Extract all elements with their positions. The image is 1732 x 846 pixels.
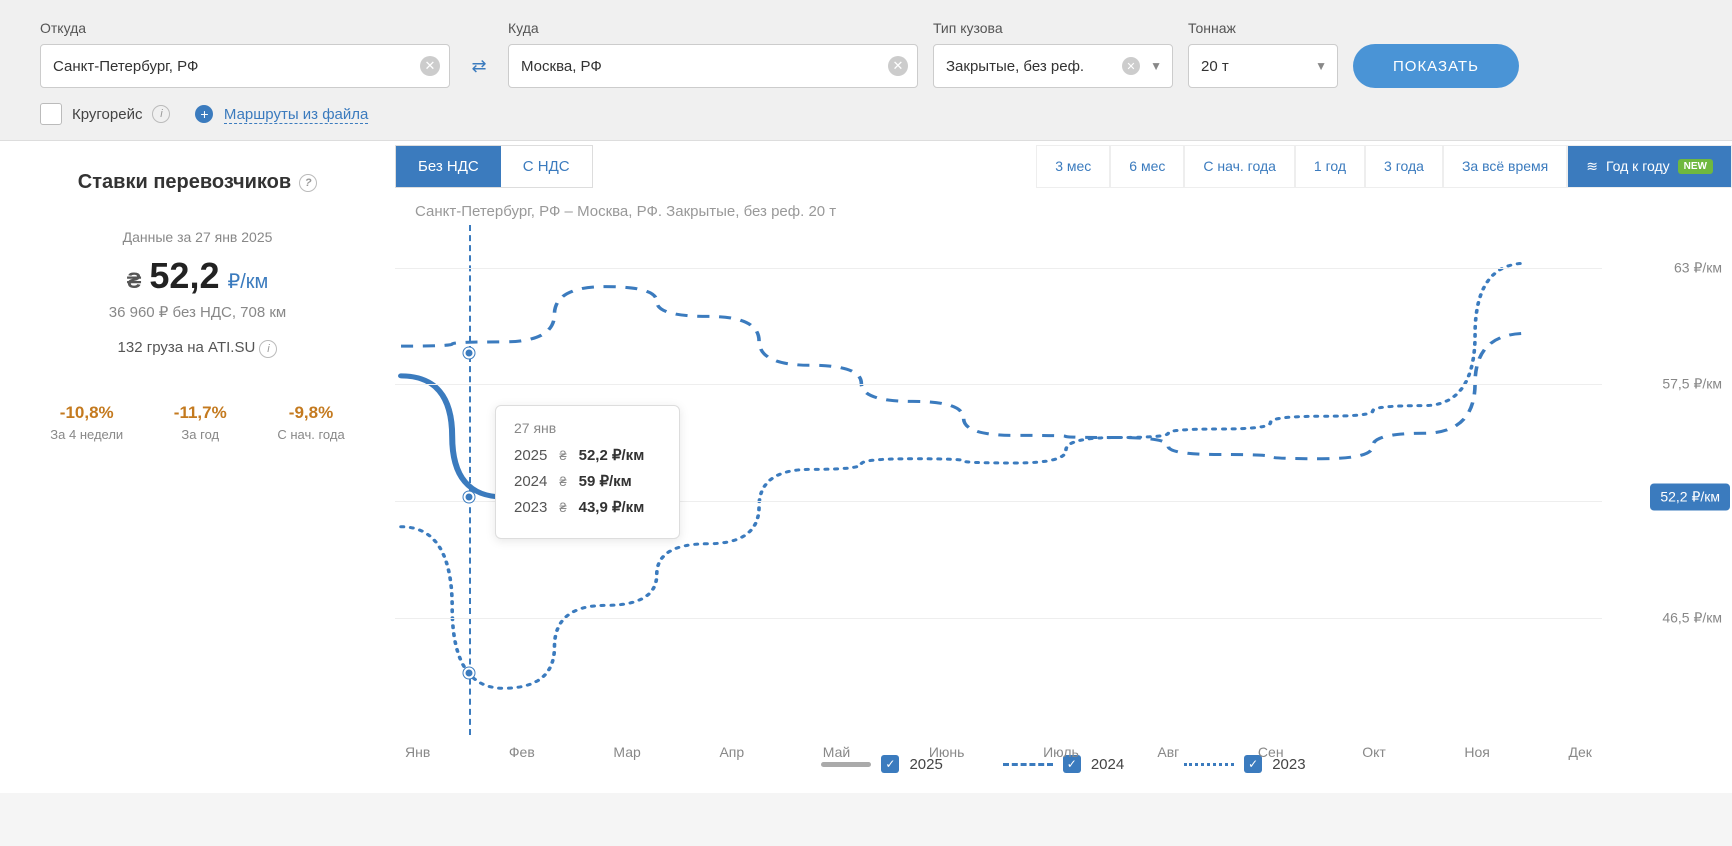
legend-line-icon bbox=[1184, 763, 1234, 766]
info-icon[interactable]: i bbox=[259, 340, 277, 358]
tab-year-over-year[interactable]: ≋ Год к году NEW bbox=[1567, 145, 1732, 188]
chart-tooltip: 27 янв 2025₴52,2 ₽/км2024₴59 ₽/км2023₴43… bbox=[495, 405, 680, 539]
tab-period[interactable]: 3 мес bbox=[1036, 145, 1110, 188]
roundtrip-label: Кругорейс bbox=[72, 106, 142, 123]
x-tick-label: Июль bbox=[1043, 744, 1079, 760]
to-clear-icon[interactable]: ✕ bbox=[888, 56, 908, 76]
wave-icon: ≋ bbox=[1586, 158, 1598, 175]
body-label: Тип кузова bbox=[933, 20, 1173, 36]
x-tick-label: Янв bbox=[405, 744, 430, 760]
rate-value: ₴ 52,2 ₽/км bbox=[25, 255, 370, 297]
x-tick-label: Сен bbox=[1258, 744, 1284, 760]
x-tick-label: Окт bbox=[1362, 744, 1386, 760]
legend-line-icon bbox=[821, 762, 871, 767]
routes-file-link[interactable]: Маршруты из файла bbox=[224, 106, 368, 124]
swap-icon[interactable]: ⇄ bbox=[465, 44, 493, 88]
chevron-down-icon: ▼ bbox=[1150, 59, 1162, 73]
cargo-count: 132 груза на ATI.SU i bbox=[25, 339, 370, 358]
to-label: Куда bbox=[508, 20, 918, 36]
x-tick-label: Июнь bbox=[929, 744, 965, 760]
cursor-dot bbox=[464, 668, 475, 679]
series-2025 bbox=[401, 376, 503, 497]
x-tick-label: Дек bbox=[1569, 744, 1592, 760]
body-clear-icon[interactable]: ✕ bbox=[1122, 57, 1140, 75]
chart-area: Без НДС С НДС 3 мес6 месС нач. года1 год… bbox=[395, 141, 1732, 793]
x-tick-label: Апр bbox=[719, 744, 744, 760]
new-badge: NEW bbox=[1678, 159, 1713, 174]
sidebar-title: Ставки перевозчиков ? bbox=[78, 171, 317, 194]
x-tick-label: Авг bbox=[1157, 744, 1179, 760]
filters-panel: Откуда ✕ ⇄ Куда ✕ Тип кузова Закрытые, б… bbox=[0, 0, 1732, 141]
legend-line-icon bbox=[1003, 763, 1053, 766]
info-icon[interactable]: i bbox=[152, 105, 170, 123]
x-tick-label: Ноя bbox=[1464, 744, 1489, 760]
tab-period[interactable]: 3 года bbox=[1365, 145, 1443, 188]
current-rate-badge: 52,2 ₽/км bbox=[1650, 484, 1730, 511]
from-label: Откуда bbox=[40, 20, 450, 36]
from-clear-icon[interactable]: ✕ bbox=[420, 56, 440, 76]
cursor-line bbox=[469, 225, 471, 735]
from-input[interactable] bbox=[40, 44, 450, 88]
tonnage-select[interactable]: 20 т ▼ bbox=[1188, 44, 1338, 88]
tab-period[interactable]: За всё время bbox=[1443, 145, 1567, 188]
stat-item: -9,8%С нач. года bbox=[277, 403, 344, 442]
tab-period[interactable]: 6 мес bbox=[1110, 145, 1184, 188]
y-tick-label: 63 ₽/км bbox=[1674, 259, 1722, 276]
data-date: Данные за 27 янв 2025 bbox=[25, 229, 370, 245]
tab-period[interactable]: 1 год bbox=[1295, 145, 1365, 188]
y-tick-label: 57,5 ₽/км bbox=[1662, 376, 1722, 393]
show-button[interactable]: ПОКАЗАТЬ bbox=[1353, 44, 1519, 88]
plus-icon[interactable]: + bbox=[195, 105, 213, 123]
info-icon[interactable]: ? bbox=[299, 174, 317, 192]
to-input[interactable] bbox=[508, 44, 918, 88]
x-tick-label: Мар bbox=[613, 744, 640, 760]
chevron-down-icon: ▼ bbox=[1315, 59, 1327, 73]
stat-item: -10,8%За 4 недели bbox=[50, 403, 123, 442]
chart-canvas[interactable]: 27 янв 2025₴52,2 ₽/км2024₴59 ₽/км2023₴43… bbox=[395, 225, 1602, 735]
cursor-dot bbox=[464, 347, 475, 358]
tonnage-label: Тоннаж bbox=[1188, 20, 1338, 36]
coins-icon: ₴ bbox=[127, 268, 142, 294]
cursor-dot bbox=[464, 492, 475, 503]
tab-vat-off[interactable]: Без НДС bbox=[396, 146, 501, 187]
tab-vat-on[interactable]: С НДС bbox=[501, 146, 592, 187]
roundtrip-checkbox[interactable] bbox=[40, 103, 62, 125]
sidebar: Ставки перевозчиков ? Данные за 27 янв 2… bbox=[0, 141, 395, 793]
body-type-select[interactable]: Закрытые, без реф. ✕ ▼ bbox=[933, 44, 1173, 88]
y-tick-label: 46,5 ₽/км bbox=[1662, 610, 1722, 627]
chart-subtitle: Санкт-Петербург, РФ – Москва, РФ. Закрыт… bbox=[395, 191, 1732, 220]
x-tick-label: Май bbox=[823, 744, 850, 760]
x-tick-label: Фев bbox=[509, 744, 535, 760]
tab-period[interactable]: С нач. года bbox=[1184, 145, 1295, 188]
stat-item: -11,7%За год bbox=[174, 403, 227, 442]
rate-subtitle: 36 960 ₽ без НДС, 708 км bbox=[25, 303, 370, 321]
